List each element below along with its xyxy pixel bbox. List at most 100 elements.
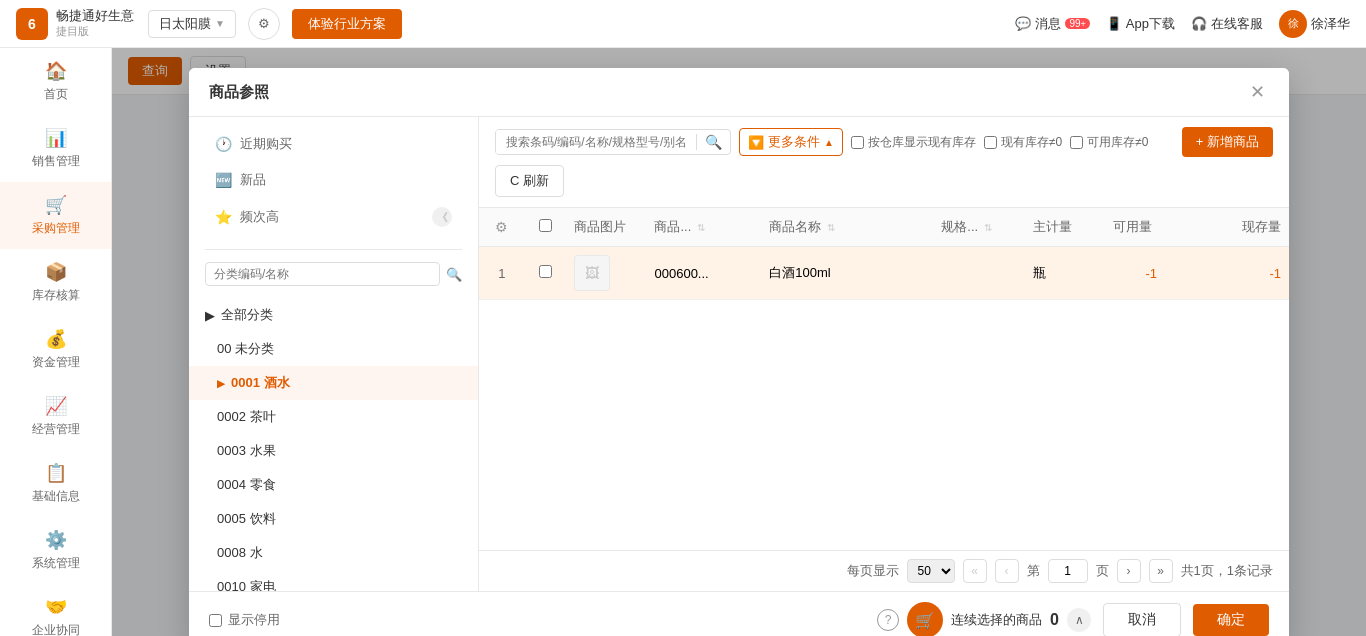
cart-section: ? 🛒 连续选择的商品 0 ∧ (877, 602, 1091, 636)
sidebar-item-sales[interactable]: 📊 销售管理 (0, 115, 111, 182)
sidebar-item-operations[interactable]: 📈 经营管理 (0, 383, 111, 450)
tab-new-products-label: 新品 (240, 171, 266, 189)
add-product-button[interactable]: + 新增商品 (1182, 127, 1273, 157)
row-checkbox[interactable] (539, 265, 552, 278)
logo-area: 6 畅捷通好生意 捷目版 (16, 8, 136, 40)
cancel-button[interactable]: 取消 (1103, 603, 1181, 636)
store-name: 日太阳膜 (159, 15, 211, 33)
cat-item-0001[interactable]: ▶ 0001 酒水 (189, 366, 478, 400)
message-item[interactable]: 💬 消息 99+ (1015, 15, 1089, 33)
left-divider (205, 249, 462, 250)
filter-more-button[interactable]: 🔽 更多条件 ▲ (739, 128, 843, 156)
checkbox-current-stock-input[interactable] (984, 136, 997, 149)
sidebar: 🏠 首页 📊 销售管理 🛒 采购管理 📦 库存核算 💰 资金管理 📈 经营管理 … (0, 48, 112, 636)
search-button[interactable]: 🔍 (696, 134, 730, 150)
tab-new-products[interactable]: 🆕 新品 (205, 165, 462, 195)
logo-sub: 捷目版 (56, 24, 134, 39)
per-page-select[interactable]: 50 (907, 559, 955, 583)
sidebar-label-basic-info: 基础信息 (32, 488, 80, 505)
refresh-label: C 刷新 (510, 172, 549, 190)
try-industry-button[interactable]: 体验行业方案 (292, 9, 402, 39)
cat-item-0003[interactable]: 0003 水果 (189, 434, 478, 468)
cat-0001-arrow: ▶ (217, 378, 225, 389)
col-spec-header[interactable]: 规格... ⇅ (933, 208, 1025, 247)
next-page-button[interactable]: › (1117, 559, 1141, 583)
store-selector[interactable]: 日太阳膜 ▼ (148, 10, 236, 38)
search-input-wrap: 🔍 (495, 129, 731, 155)
sidebar-item-finance[interactable]: 💰 资金管理 (0, 316, 111, 383)
sidebar-label-finance: 资金管理 (32, 354, 80, 371)
prev-page-button[interactable]: ‹ (995, 559, 1019, 583)
system-icon: ⚙️ (45, 529, 67, 551)
tab-recent-buy[interactable]: 🕐 近期购买 (205, 129, 462, 159)
cat-all[interactable]: ▶ 全部分类 (189, 298, 478, 332)
first-page-button[interactable]: « (963, 559, 987, 583)
checkbox-current-stock[interactable]: 现有库存≠0 (984, 134, 1062, 151)
user-item[interactable]: 徐 徐泽华 (1279, 10, 1350, 38)
cat-item-0008[interactable]: 0008 水 (189, 536, 478, 570)
row-checkbox-cell[interactable] (525, 247, 566, 300)
cat-item-0004[interactable]: 0004 零食 (189, 468, 478, 502)
row-num: 1 (479, 247, 525, 300)
row-spec-cell (933, 247, 1025, 300)
page-input[interactable]: 1 (1048, 559, 1088, 583)
last-page-button[interactable]: » (1149, 559, 1173, 583)
row-name-cell: 白酒100ml (761, 247, 933, 300)
cat-item-0002[interactable]: 0002 茶叶 (189, 400, 478, 434)
cat-item-00[interactable]: 00 未分类 (189, 332, 478, 366)
collapse-button[interactable]: 《 (432, 207, 452, 227)
tab-high-freq[interactable]: ⭐ 频次高 《 (205, 201, 462, 233)
logo-text: 畅捷通好生意 (56, 8, 134, 24)
product-search-input[interactable] (496, 130, 696, 154)
product-table-wrap: ⚙ 商品图片 商品... ⇅ 商品名称 (479, 208, 1289, 550)
sidebar-item-system[interactable]: ⚙️ 系统管理 (0, 517, 111, 584)
cat-all-label: 全部分类 (221, 306, 273, 324)
cat-0002-label: 0002 茶叶 (217, 408, 276, 426)
sidebar-item-home[interactable]: 🏠 首页 (0, 48, 111, 115)
table-row[interactable]: 1 🖼 000600... (479, 247, 1289, 300)
page-total: 共1页，1条记录 (1181, 562, 1273, 580)
cat-item-0005[interactable]: 0005 饮料 (189, 502, 478, 536)
row-code: 000600... (654, 266, 708, 281)
show-disabled-checkbox[interactable]: 显示停用 (209, 611, 280, 629)
modal-body: 🕐 近期购买 🆕 新品 ⭐ 频次高 《 (189, 117, 1289, 591)
checkbox-available-stock[interactable]: 可用库存≠0 (1070, 134, 1148, 151)
avatar: 徐 (1279, 10, 1307, 38)
category-search-icon[interactable]: 🔍 (446, 267, 462, 282)
help-icon[interactable]: ? (877, 609, 899, 631)
sidebar-item-enterprise[interactable]: 🤝 企业协同 (0, 584, 111, 636)
row-name: 白酒100ml (769, 265, 830, 280)
sort-spec-icon: ⇅ (984, 222, 992, 233)
confirm-button[interactable]: 确定 (1193, 604, 1269, 636)
modal-close-button[interactable]: ✕ (1245, 80, 1269, 104)
clock-icon: 🕐 (215, 136, 232, 152)
select-all-checkbox[interactable] (539, 219, 552, 232)
filter-arrow-icon: ▲ (824, 137, 834, 148)
show-disabled-label: 显示停用 (228, 611, 280, 629)
sidebar-item-inventory[interactable]: 📦 库存核算 (0, 249, 111, 316)
modal-header: 商品参照 ✕ (189, 68, 1289, 117)
footer-collapse-button[interactable]: ∧ (1067, 608, 1091, 632)
cat-item-0010[interactable]: 0010 家电 (189, 570, 478, 591)
cart-button[interactable]: 🛒 (907, 602, 943, 636)
refresh-button[interactable]: C 刷新 (495, 165, 564, 197)
message-icon: 💬 (1015, 16, 1031, 31)
show-disabled-input[interactable] (209, 614, 222, 627)
checkbox-warehouse-stock-input[interactable] (851, 136, 864, 149)
inventory-icon: 📦 (45, 261, 67, 283)
col-name-header[interactable]: 商品名称 ⇅ (761, 208, 933, 247)
checkbox-warehouse-stock[interactable]: 按仓库显示现有库存 (851, 134, 976, 151)
app-download-item[interactable]: 📱 App下载 (1106, 15, 1175, 33)
checkbox-warehouse-stock-label: 按仓库显示现有库存 (868, 134, 976, 151)
config-icon[interactable]: ⚙ (495, 219, 508, 235)
sidebar-item-basic-info[interactable]: 📋 基础信息 (0, 450, 111, 517)
online-service-item[interactable]: 🎧 在线客服 (1191, 15, 1263, 33)
pagination: 每页显示 50 « ‹ 第 1 页 › » 共1页，1条记录 (479, 550, 1289, 591)
col-checkbox (525, 208, 566, 247)
sidebar-label-home: 首页 (44, 86, 68, 103)
checkbox-available-stock-input[interactable] (1070, 136, 1083, 149)
col-code-header[interactable]: 商品... ⇅ (646, 208, 761, 247)
sidebar-item-purchase[interactable]: 🛒 采购管理 (0, 182, 111, 249)
settings-icon[interactable]: ⚙ (248, 8, 280, 40)
category-search-input[interactable] (205, 262, 440, 286)
